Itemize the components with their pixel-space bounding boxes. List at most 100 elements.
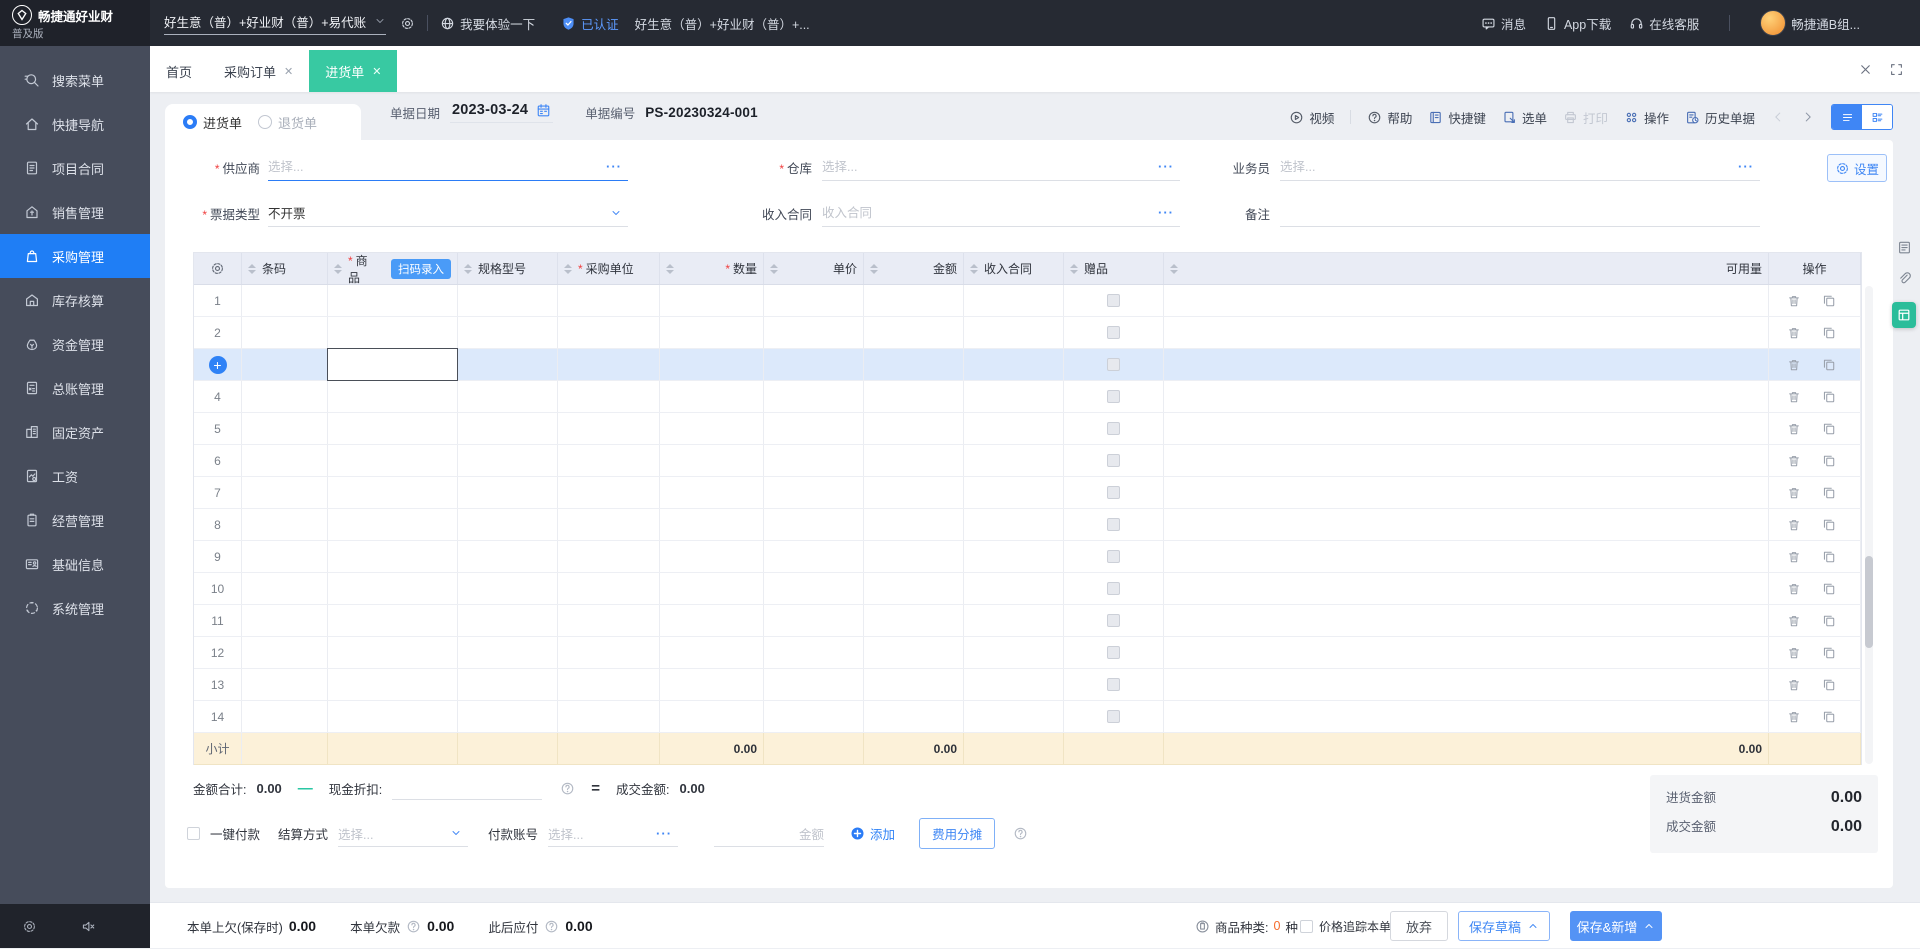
cell[interactable] [864, 349, 964, 380]
cell[interactable] [458, 445, 558, 476]
cell[interactable] [1164, 637, 1769, 668]
gift-checkbox[interactable] [1107, 646, 1120, 659]
question-icon[interactable] [560, 781, 575, 796]
gift-checkbox[interactable] [1107, 326, 1120, 339]
sidebar-item-3[interactable]: 销售管理 [0, 190, 150, 234]
gift-checkbox[interactable] [1107, 486, 1120, 499]
invoice-type-select[interactable]: 不开票 [268, 199, 628, 227]
cell[interactable] [328, 349, 458, 380]
prev-doc-icon[interactable] [1771, 110, 1785, 124]
gift-checkbox[interactable] [1107, 422, 1120, 435]
cell[interactable] [558, 349, 660, 380]
cell[interactable] [458, 637, 558, 668]
gift-checkbox[interactable] [1107, 550, 1120, 563]
close-all-icon[interactable] [1858, 62, 1873, 77]
list-view-button[interactable] [1832, 105, 1862, 129]
table-row-11[interactable]: 11 [194, 605, 1861, 637]
scan-entry-button[interactable]: 扫码录入 [391, 259, 451, 279]
cell[interactable] [242, 413, 328, 444]
cell[interactable] [558, 509, 660, 540]
cell[interactable] [1064, 413, 1164, 444]
cell[interactable] [964, 573, 1064, 604]
cell[interactable] [1164, 317, 1769, 348]
cell[interactable] [1769, 637, 1861, 668]
cell[interactable] [458, 541, 558, 572]
cell[interactable] [558, 605, 660, 636]
pay-amount-field[interactable]: 金额 [714, 821, 824, 847]
experience-link[interactable]: 我要体验一下 [440, 14, 535, 33]
sidebar-item-2[interactable]: 项目合同 [0, 146, 150, 190]
cell[interactable] [764, 285, 864, 316]
add-payment-button[interactable]: 添加 [850, 824, 895, 843]
supplier-input[interactable] [268, 160, 628, 174]
action-3[interactable]: 选单 [1502, 108, 1547, 127]
cell[interactable] [660, 509, 764, 540]
sidebar-item-0[interactable]: 搜索菜单 [0, 58, 150, 102]
cell[interactable] [458, 317, 558, 348]
cell[interactable] [660, 669, 764, 700]
cell[interactable] [964, 541, 1064, 572]
one-click-pay-checkbox[interactable] [187, 827, 200, 840]
cell[interactable] [558, 317, 660, 348]
sidebar-item-9[interactable]: 工资 [0, 454, 150, 498]
cell[interactable] [764, 349, 864, 380]
settings-button[interactable]: 设置 [1827, 154, 1887, 182]
cell[interactable] [864, 509, 964, 540]
delete-row-icon[interactable] [1787, 582, 1801, 596]
sidebar-item-12[interactable]: 系统管理 [0, 586, 150, 630]
sort-icon[interactable] [464, 264, 472, 274]
price-track-checkbox[interactable] [1300, 920, 1313, 933]
cell[interactable] [864, 637, 964, 668]
pay-account-more-icon[interactable]: ··· [656, 826, 672, 841]
cell[interactable] [558, 445, 660, 476]
cell[interactable] [660, 413, 764, 444]
cell[interactable] [1769, 413, 1861, 444]
cell[interactable] [660, 349, 764, 380]
warehouse-field[interactable]: ··· [822, 153, 1180, 181]
cell[interactable] [764, 445, 864, 476]
user-menu[interactable]: 畅捷通B组... [1760, 10, 1860, 36]
row-number[interactable]: + [194, 349, 242, 380]
cell[interactable] [558, 381, 660, 412]
cell[interactable] [242, 541, 328, 572]
cell[interactable] [1164, 509, 1769, 540]
copy-row-icon[interactable] [1822, 294, 1836, 308]
product-switcher[interactable]: 好生意（普）+好业财（普）+易代账 [164, 12, 386, 35]
table-row-8[interactable]: 8 [194, 509, 1861, 541]
cell[interactable] [242, 477, 328, 508]
cell[interactable] [458, 509, 558, 540]
copy-row-icon[interactable] [1822, 710, 1836, 724]
table-row-2[interactable]: 2 [194, 317, 1861, 349]
cell[interactable] [458, 349, 558, 380]
sort-icon[interactable] [334, 264, 342, 274]
cell[interactable] [242, 445, 328, 476]
cell[interactable] [764, 637, 864, 668]
mute-icon[interactable] [81, 919, 96, 934]
cell[interactable] [764, 701, 864, 732]
cell[interactable] [964, 509, 1064, 540]
cell[interactable] [964, 413, 1064, 444]
cell[interactable] [1064, 381, 1164, 412]
table-row-7[interactable]: 7 [194, 477, 1861, 509]
delete-row-icon[interactable] [1787, 294, 1801, 308]
cell[interactable] [964, 349, 1064, 380]
cell[interactable] [864, 317, 964, 348]
pay-account-select[interactable]: 选择... ··· [548, 821, 678, 847]
cell[interactable] [328, 573, 458, 604]
cell[interactable] [328, 669, 458, 700]
sort-icon[interactable] [666, 264, 674, 274]
sidebar-item-7[interactable]: 总账管理 [0, 366, 150, 410]
card-view-button[interactable] [1862, 105, 1892, 129]
sidebar-item-11[interactable]: 基础信息 [0, 542, 150, 586]
cell[interactable] [458, 573, 558, 604]
cell[interactable] [328, 317, 458, 348]
cell[interactable] [458, 605, 558, 636]
sort-icon[interactable] [1070, 264, 1078, 274]
cell[interactable] [328, 413, 458, 444]
cell[interactable] [864, 413, 964, 444]
gift-checkbox[interactable] [1107, 582, 1120, 595]
cell[interactable] [864, 701, 964, 732]
action-5[interactable]: 操作 [1624, 108, 1669, 127]
remark-field[interactable] [1280, 199, 1760, 227]
delete-row-icon[interactable] [1787, 550, 1801, 564]
